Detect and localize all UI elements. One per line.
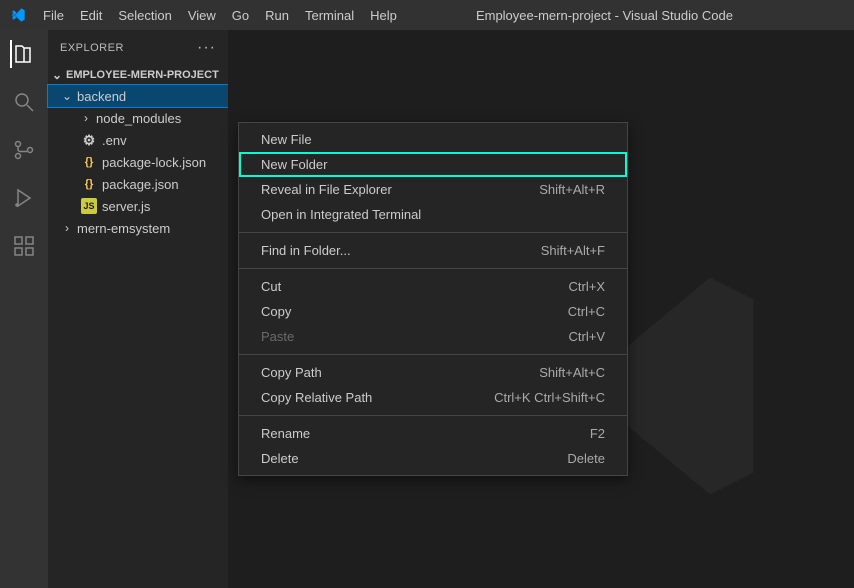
- chevron-right-icon: ›: [81, 111, 91, 125]
- ctx-find-folder[interactable]: Find in Folder...Shift+Alt+F: [239, 238, 627, 263]
- js-icon: JS: [81, 198, 97, 214]
- folder-backend[interactable]: ⌄ backend: [48, 85, 228, 107]
- file-label: package-lock.json: [102, 155, 206, 170]
- separator: [239, 354, 627, 355]
- chevron-down-icon: ⌄: [52, 68, 62, 82]
- file-package-lock[interactable]: {} package-lock.json: [48, 151, 228, 173]
- project-name: EMPLOYEE-MERN-PROJECT: [66, 69, 219, 81]
- file-label: server.js: [102, 199, 150, 214]
- folder-mern-emsystem[interactable]: › mern-emsystem: [48, 217, 228, 239]
- ctx-cut[interactable]: CutCtrl+X: [239, 274, 627, 299]
- ctx-paste: PasteCtrl+V: [239, 324, 627, 349]
- menu-terminal[interactable]: Terminal: [297, 4, 362, 27]
- json-icon: {}: [81, 176, 97, 192]
- file-label: .env: [102, 133, 127, 148]
- menu-file[interactable]: File: [35, 4, 72, 27]
- window-title: Employee-mern-project - Visual Studio Co…: [405, 8, 854, 23]
- file-env[interactable]: ⚙ .env: [48, 129, 228, 151]
- folder-label: backend: [77, 89, 126, 104]
- ctx-delete[interactable]: DeleteDelete: [239, 446, 627, 471]
- folder-label: node_modules: [96, 111, 181, 126]
- more-actions-icon[interactable]: ···: [197, 39, 216, 57]
- extensions-icon[interactable]: [10, 232, 38, 260]
- json-icon: {}: [81, 154, 97, 170]
- menu-selection[interactable]: Selection: [110, 4, 179, 27]
- separator: [239, 415, 627, 416]
- explorer-sidebar: EXPLORER ··· ⌄ EMPLOYEE-MERN-PROJECT ⌄ b…: [48, 30, 228, 588]
- folder-node-modules[interactable]: › node_modules: [48, 107, 228, 129]
- menu-edit[interactable]: Edit: [72, 4, 110, 27]
- source-control-icon[interactable]: [10, 136, 38, 164]
- separator: [239, 232, 627, 233]
- chevron-down-icon: ⌄: [62, 89, 72, 103]
- file-tree: ⌄ backend › node_modules ⚙ .env {} packa…: [48, 85, 228, 239]
- run-debug-icon[interactable]: [10, 184, 38, 212]
- explorer-title: EXPLORER: [60, 42, 124, 54]
- menu-view[interactable]: View: [180, 4, 224, 27]
- ctx-new-file[interactable]: New File: [239, 127, 627, 152]
- ctx-rename[interactable]: RenameF2: [239, 421, 627, 446]
- ctx-copy-path[interactable]: Copy PathShift+Alt+C: [239, 360, 627, 385]
- ctx-reveal-explorer[interactable]: Reveal in File ExplorerShift+Alt+R: [239, 177, 627, 202]
- menu-bar: File Edit Selection View Go Run Terminal…: [35, 4, 405, 27]
- title-bar: File Edit Selection View Go Run Terminal…: [0, 0, 854, 30]
- ctx-new-folder[interactable]: New Folder: [239, 152, 627, 177]
- activity-bar: [0, 30, 48, 588]
- explorer-icon[interactable]: [10, 40, 38, 68]
- explorer-header: EXPLORER ···: [48, 30, 228, 65]
- ctx-copy-rel-path[interactable]: Copy Relative PathCtrl+K Ctrl+Shift+C: [239, 385, 627, 410]
- file-package-json[interactable]: {} package.json: [48, 173, 228, 195]
- chevron-right-icon: ›: [62, 221, 72, 235]
- separator: [239, 268, 627, 269]
- folder-label: mern-emsystem: [77, 221, 170, 236]
- menu-run[interactable]: Run: [257, 4, 297, 27]
- menu-help[interactable]: Help: [362, 4, 405, 27]
- vscode-logo-icon: [0, 7, 35, 23]
- ctx-copy[interactable]: CopyCtrl+C: [239, 299, 627, 324]
- context-menu: New File New Folder Reveal in File Explo…: [238, 122, 628, 476]
- search-icon[interactable]: [10, 88, 38, 116]
- project-root[interactable]: ⌄ EMPLOYEE-MERN-PROJECT: [48, 65, 228, 85]
- ctx-open-terminal[interactable]: Open in Integrated Terminal: [239, 202, 627, 227]
- gear-icon: ⚙: [81, 132, 97, 148]
- file-label: package.json: [102, 177, 179, 192]
- menu-go[interactable]: Go: [224, 4, 257, 27]
- file-server-js[interactable]: JS server.js: [48, 195, 228, 217]
